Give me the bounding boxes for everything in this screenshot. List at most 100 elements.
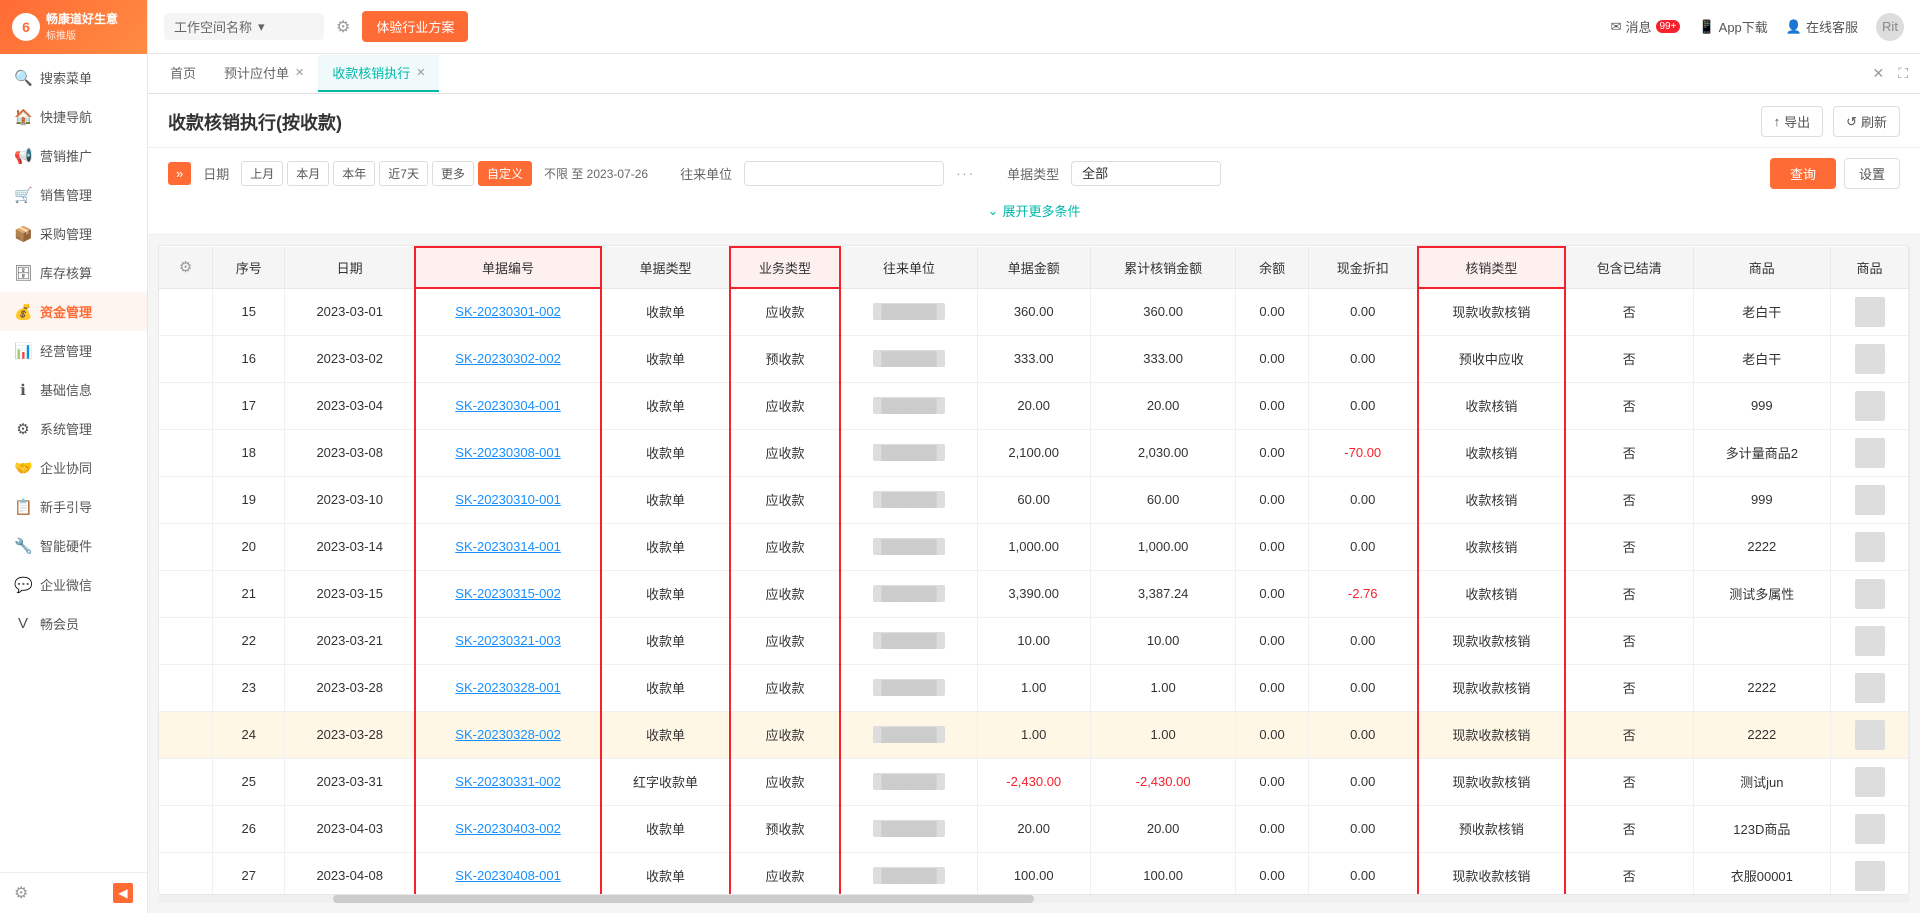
export-button[interactable]: ↑ 导出 xyxy=(1761,106,1824,137)
user-avatar[interactable]: Rit xyxy=(1876,13,1904,41)
sales-icon: 🛒 xyxy=(14,186,32,204)
counterpart-label: 往来单位 xyxy=(680,164,732,183)
more-filters-dots[interactable]: ··· xyxy=(956,166,975,181)
industry-solution-button[interactable]: 体验行业方案 xyxy=(362,11,468,42)
cell-bill-no[interactable]: SK-20230302-002 xyxy=(415,335,601,382)
sidebar-item-sales[interactable]: 🛒 销售管理 xyxy=(0,175,147,214)
tab-prepay-close[interactable]: ✕ xyxy=(295,66,304,79)
cell-bill-no[interactable]: SK-20230331-002 xyxy=(415,758,601,805)
tab-collection-close[interactable]: ✕ xyxy=(416,66,425,79)
sidebar-collapse-button[interactable]: ◀ xyxy=(113,883,133,903)
cell-include-settled: 否 xyxy=(1565,335,1693,382)
cell-bill-no[interactable]: SK-20230321-003 xyxy=(415,617,601,664)
tab-prepay[interactable]: 预计应付单 ✕ xyxy=(210,55,318,92)
date-this-year[interactable]: 本年 xyxy=(333,161,375,186)
cell-include-settled: 否 xyxy=(1565,523,1693,570)
sidebar-item-hardware[interactable]: 🔧 智能硬件 xyxy=(0,526,147,565)
cell-cash-discount: 0.00 xyxy=(1308,805,1418,852)
cell-include-settled: 否 xyxy=(1565,617,1693,664)
col-biz-type: 业务类型 xyxy=(730,247,840,288)
col-bill-no: 单据编号 xyxy=(415,247,601,288)
workspace-selector[interactable]: 工作空间名称 ▾ xyxy=(164,13,324,40)
cell-biz-type: 应收款 xyxy=(730,523,840,570)
cell-cash-discount: 0.00 xyxy=(1308,288,1418,335)
cell-bill-amount: -2,430.00 xyxy=(977,758,1090,805)
tab-collection[interactable]: 收款核销执行 ✕ xyxy=(318,55,439,92)
marketing-icon: 📢 xyxy=(14,147,32,165)
cell-bill-no[interactable]: SK-20230408-001 xyxy=(415,852,601,895)
sidebar-item-quick-nav[interactable]: 🏠 快捷导航 xyxy=(0,97,147,136)
cell-cash-discount: 0.00 xyxy=(1308,852,1418,895)
sidebar-item-finance[interactable]: 💰 资金管理 xyxy=(0,292,147,331)
sidebar-item-operation[interactable]: 📊 经营管理 xyxy=(0,331,147,370)
scrollbar-thumb[interactable] xyxy=(333,895,1034,903)
cell-goods2 xyxy=(1831,335,1909,382)
sidebar-item-search[interactable]: 🔍 搜索菜单 xyxy=(0,58,147,97)
refresh-button[interactable]: ↺ 刷新 xyxy=(1833,106,1900,137)
cell-goods2 xyxy=(1831,288,1909,335)
cell-date: 2023-03-10 xyxy=(285,476,415,523)
online-service-button[interactable]: 👤 在线客服 xyxy=(1786,17,1858,36)
settings-bottom-icon[interactable]: ⚙ xyxy=(14,883,28,903)
sidebar-item-member[interactable]: V 畅会员 xyxy=(0,604,147,643)
query-button[interactable]: 查询 xyxy=(1770,158,1836,189)
sidebar-item-marketing[interactable]: 📢 营销推广 xyxy=(0,136,147,175)
cell-index: 25 xyxy=(213,758,285,805)
bill-type-select[interactable]: 全部 收款单 红字收款单 xyxy=(1071,161,1221,186)
page-title: 收款核销执行(按收款) xyxy=(168,109,342,135)
cell-bill-no[interactable]: SK-20230328-002 xyxy=(415,711,601,758)
date-this-month[interactable]: 本月 xyxy=(287,161,329,186)
service-icon: 👤 xyxy=(1786,19,1802,35)
cell-bill-no[interactable]: SK-20230310-001 xyxy=(415,476,601,523)
data-table: ⚙ 序号 日期 单据编号 单据类型 业务类型 往来单位 单据金额 累计核销金额 … xyxy=(159,246,1909,895)
horizontal-scrollbar[interactable] xyxy=(158,895,1910,903)
cell-bill-no[interactable]: SK-20230314-001 xyxy=(415,523,601,570)
counterpart-input[interactable] xyxy=(744,161,944,186)
cell-bill-amount: 10.00 xyxy=(977,617,1090,664)
column-settings-icon[interactable]: ⚙ xyxy=(179,259,192,276)
gear-icon[interactable]: ⚙ xyxy=(336,17,350,37)
date-more[interactable]: 更多 xyxy=(432,161,474,186)
filter-row-1: » 日期 上月 本月 本年 近7天 更多 自定义 不限 至 2023-07-26… xyxy=(168,158,1900,189)
sidebar-item-label: 销售管理 xyxy=(40,185,92,204)
messages-button[interactable]: ✉ 消息 99+ xyxy=(1611,17,1681,36)
cell-goods: 老白干 xyxy=(1693,335,1831,382)
maximize-icon[interactable]: ⛶ xyxy=(1894,61,1912,86)
cell-cumulative: 60.00 xyxy=(1090,476,1236,523)
cell-bill-no[interactable]: SK-20230304-001 xyxy=(415,382,601,429)
sidebar-item-system[interactable]: ⚙ 系统管理 xyxy=(0,409,147,448)
sidebar-item-guide[interactable]: 📋 新手引导 xyxy=(0,487,147,526)
cell-date: 2023-03-15 xyxy=(285,570,415,617)
cell-cumulative: 3,387.24 xyxy=(1090,570,1236,617)
cell-empty xyxy=(159,570,213,617)
cell-bill-no[interactable]: SK-20230301-002 xyxy=(415,288,601,335)
sidebar-item-wechat[interactable]: 💬 企业微信 xyxy=(0,565,147,604)
date-custom[interactable]: 自定义 xyxy=(478,161,532,186)
cell-write-off-type: 现款收款核销 xyxy=(1418,852,1565,895)
cell-index: 26 xyxy=(213,805,285,852)
sidebar-item-basic[interactable]: ℹ 基础信息 xyxy=(0,370,147,409)
cell-counterpart: ██████ xyxy=(840,617,977,664)
cell-cash-discount: 0.00 xyxy=(1308,758,1418,805)
date-7days[interactable]: 近7天 xyxy=(379,161,428,186)
cell-cash-discount: 0.00 xyxy=(1308,476,1418,523)
app-download-button[interactable]: 📱 App下载 xyxy=(1698,17,1767,36)
settings-button[interactable]: 设置 xyxy=(1844,158,1900,189)
col-settings[interactable]: ⚙ xyxy=(159,247,213,288)
export-label: 导出 xyxy=(1784,112,1810,131)
close-all-icon[interactable]: ✕ xyxy=(1868,61,1888,86)
cell-biz-type: 应收款 xyxy=(730,664,840,711)
cell-bill-no[interactable]: SK-20230308-001 xyxy=(415,429,601,476)
tab-home[interactable]: 首页 xyxy=(156,55,210,92)
cell-bill-no[interactable]: SK-20230403-002 xyxy=(415,805,601,852)
sidebar-item-corp[interactable]: 🤝 企业协同 xyxy=(0,448,147,487)
cell-bill-no[interactable]: SK-20230328-001 xyxy=(415,664,601,711)
filter-expand-toggle[interactable]: » xyxy=(168,162,191,185)
expand-more-button[interactable]: ⌄ 展开更多条件 xyxy=(988,201,1081,220)
cell-date: 2023-03-08 xyxy=(285,429,415,476)
sidebar-item-inventory[interactable]: 🗄 库存核算 xyxy=(0,253,147,292)
cell-bill-no[interactable]: SK-20230315-002 xyxy=(415,570,601,617)
sidebar-item-purchase[interactable]: 📦 采购管理 xyxy=(0,214,147,253)
date-last-month[interactable]: 上月 xyxy=(241,161,283,186)
cell-write-off-type: 预收中应收 xyxy=(1418,335,1565,382)
